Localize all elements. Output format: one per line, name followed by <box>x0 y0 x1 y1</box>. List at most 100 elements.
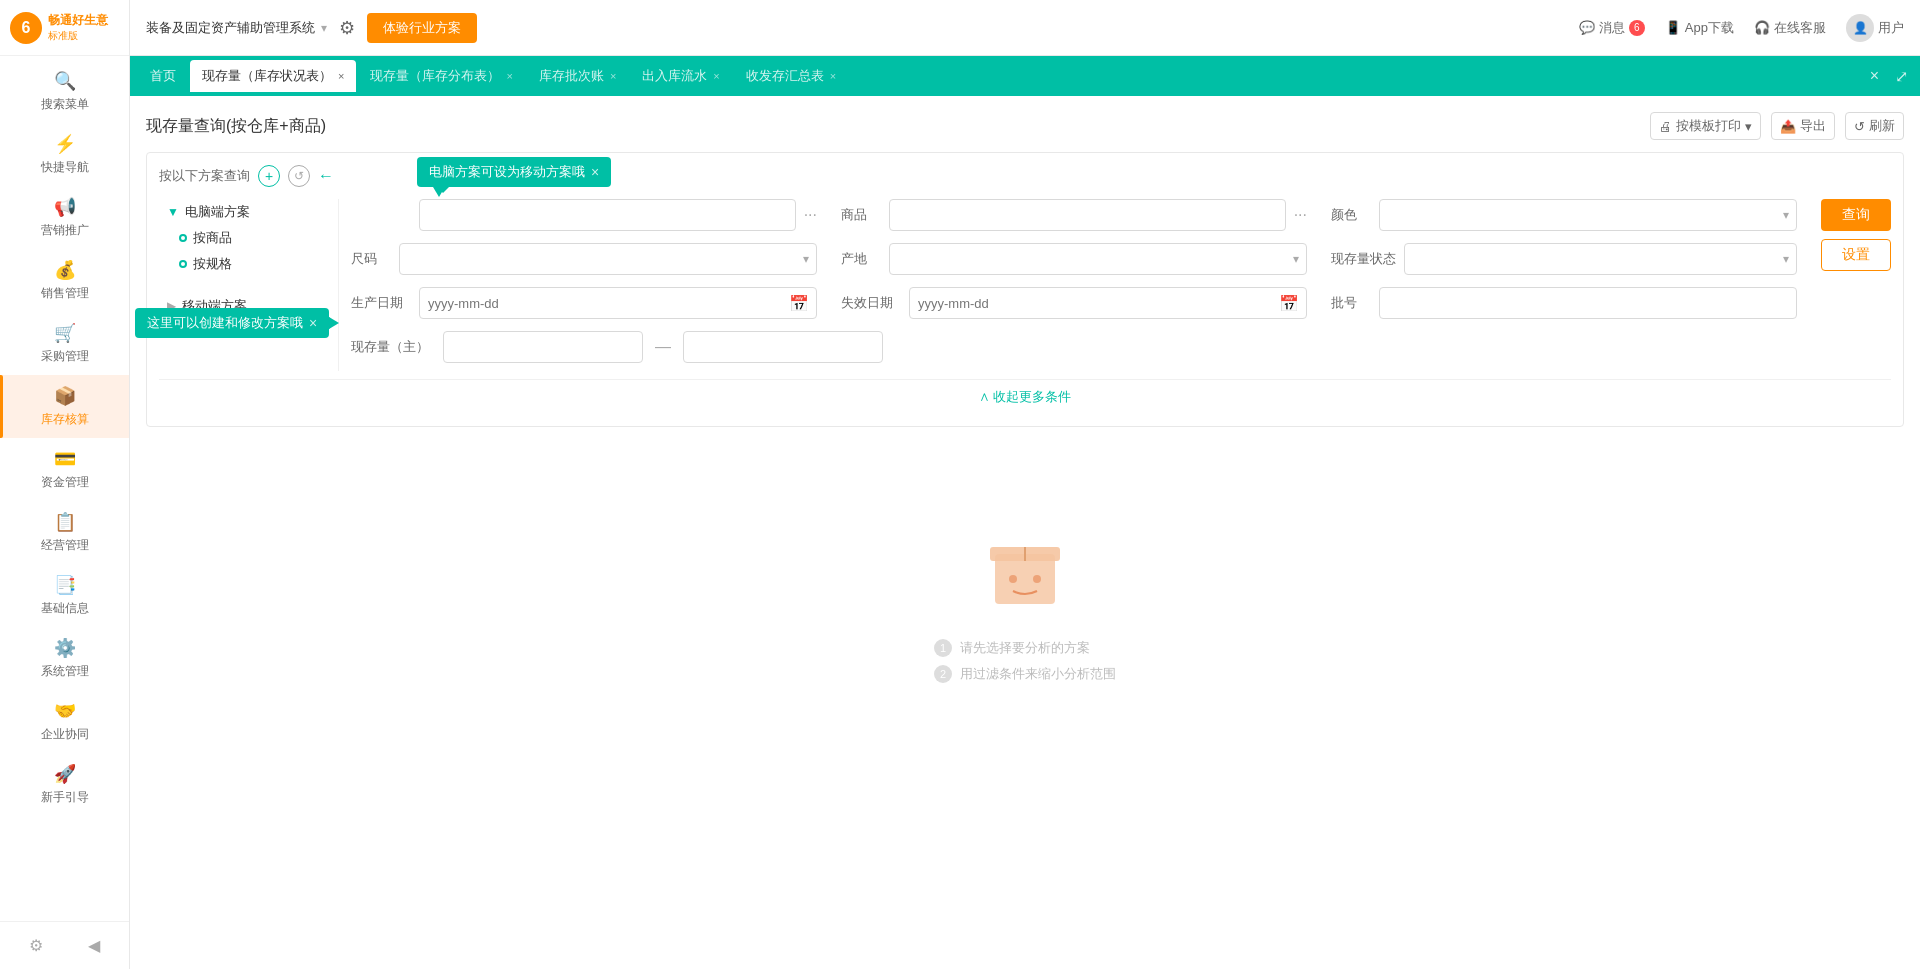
filter-grid-row1: ··· 商品 ··· <box>351 199 1797 231</box>
user-label: 用户 <box>1878 19 1904 37</box>
sidebar-item-basicinfo[interactable]: 📑 基础信息 <box>0 564 129 627</box>
sidebar-item-newbie[interactable]: 🚀 新手引导 <box>0 753 129 816</box>
tab-close-icon[interactable]: × <box>713 70 719 82</box>
finance-icon: 💳 <box>54 448 76 470</box>
warehouse-input[interactable] <box>419 199 796 231</box>
sidebar-item-search[interactable]: 🔍 搜索菜单 <box>0 60 129 123</box>
scheme-by-spec[interactable]: 按规格 <box>159 251 326 277</box>
origin-input-wrap: ▾ <box>889 243 1307 275</box>
sidebar-item-operation[interactable]: 📋 经营管理 <box>0 501 129 564</box>
print-btn[interactable]: 🖨 按模板打印 ▾ <box>1650 112 1761 140</box>
system-dropdown-arrow[interactable]: ▾ <box>321 21 327 35</box>
user-menu[interactable]: 👤 用户 <box>1846 14 1904 42</box>
origin-input[interactable] <box>889 243 1307 275</box>
tab-close-all-btn[interactable]: × <box>1866 63 1883 90</box>
tab-label: 库存批次账 <box>539 67 604 85</box>
stock-main-from[interactable] <box>443 331 643 363</box>
export-btn[interactable]: 📤 导出 <box>1771 112 1835 140</box>
sidebar-item-system[interactable]: ⚙️ 系统管理 <box>0 627 129 690</box>
svg-rect-0 <box>995 554 1055 604</box>
sidebar-item-sales[interactable]: 💰 销售管理 <box>0 249 129 312</box>
tab-close-icon[interactable]: × <box>338 70 344 82</box>
collapse-icon: ∧ <box>979 389 990 404</box>
sidebar-settings-btn[interactable]: ⚙ <box>25 932 47 959</box>
scheme-by-goods[interactable]: 按商品 <box>159 225 326 251</box>
tab-expand-btn[interactable]: ⤢ <box>1891 63 1912 90</box>
filter-refresh-btn[interactable]: ↺ <box>288 165 310 187</box>
sidebar-item-quicknav[interactable]: ⚡ 快捷导航 <box>0 123 129 186</box>
inventory-icon: 📦 <box>54 385 76 407</box>
trial-btn[interactable]: 体验行业方案 <box>367 13 477 43</box>
sidebar-item-label: 营销推广 <box>41 222 89 239</box>
stock-main-dash: — <box>655 338 671 356</box>
online-service-btn[interactable]: 🎧 在线客服 <box>1754 19 1826 37</box>
batch-no-input[interactable] <box>1379 287 1797 319</box>
tab-close-icon[interactable]: × <box>830 70 836 82</box>
msg-btn[interactable]: 💬 消息 6 <box>1579 19 1645 37</box>
sidebar-item-label: 资金管理 <box>41 474 89 491</box>
filter-row-stock-status: 现存量状态 ▾ <box>1331 243 1797 275</box>
scheme-desktop-label: 电脑端方案 <box>185 203 250 221</box>
empty-steps: 1 请先选择要分析的方案 2 用过滤条件来缩小分析范围 <box>934 639 1116 683</box>
sales-icon: 💰 <box>54 259 76 281</box>
filter-back-btn[interactable]: ← <box>318 167 334 185</box>
logo-text-wrap: 畅通好生意 标准版 <box>48 12 108 43</box>
tab-inventory-dist[interactable]: 现存量（库存分布表） × <box>358 60 524 92</box>
step1-text: 请先选择要分析的方案 <box>960 639 1090 657</box>
sidebar-nav: 🔍 搜索菜单 ⚡ 快捷导航 📢 营销推广 💰 销售管理 🛒 采购管理 📦 库存核… <box>0 56 129 921</box>
header-settings-icon[interactable]: ⚙ <box>339 17 355 39</box>
tooltip2-close-btn[interactable]: × <box>309 315 317 331</box>
print-label: 按模板打印 <box>1676 117 1741 135</box>
prod-date-label: 生产日期 <box>351 294 411 312</box>
tab-inventory-status[interactable]: 现存量（库存状况表） × <box>190 60 356 92</box>
color-input[interactable] <box>1379 199 1797 231</box>
scheme-desktop-header[interactable]: ▼ 电脑端方案 <box>159 199 326 225</box>
sidebar-item-purchase[interactable]: 🛒 采购管理 <box>0 312 129 375</box>
batch-no-label: 批号 <box>1331 294 1371 312</box>
filter-section-inner: ▼ 电脑端方案 按商品 按规格 <box>159 199 1891 371</box>
collapse-bar[interactable]: ∧ 收起更多条件 <box>159 379 1891 414</box>
system-name: 装备及固定资产辅助管理系统 ▾ <box>146 19 327 37</box>
search-btn[interactable]: 查询 <box>1821 199 1891 231</box>
tab-bar-right: × ⤢ <box>1866 63 1912 90</box>
sidebar-item-inventory[interactable]: 📦 库存核算 <box>0 375 129 438</box>
step2-text: 用过滤条件来缩小分析范围 <box>960 665 1116 683</box>
refresh-btn[interactable]: ↺ 刷新 <box>1845 112 1904 140</box>
tab-in-out-flow[interactable]: 出入库流水 × <box>630 60 731 92</box>
tab-batch-account[interactable]: 库存批次账 × <box>527 60 628 92</box>
goods-dots[interactable]: ··· <box>1294 206 1307 224</box>
tab-home[interactable]: 首页 <box>138 67 188 85</box>
sidebar-item-finance[interactable]: 💳 资金管理 <box>0 438 129 501</box>
quicknav-icon: ⚡ <box>54 133 76 155</box>
sidebar-item-label: 基础信息 <box>41 600 89 617</box>
goods-input[interactable] <box>889 199 1286 231</box>
warehouse-dots[interactable]: ··· <box>804 206 817 224</box>
empty-illustration <box>965 519 1085 623</box>
collapse-label: 收起更多条件 <box>993 389 1071 404</box>
tab-recv-summary[interactable]: 收发存汇总表 × <box>734 60 848 92</box>
filter-row-goods: 商品 ··· <box>841 199 1307 231</box>
sidebar-item-label: 库存核算 <box>41 411 89 428</box>
top-header: 装备及固定资产辅助管理系统 ▾ ⚙ 体验行业方案 💬 消息 6 📱 App下载 … <box>130 0 1920 56</box>
prod-date-input[interactable] <box>419 287 817 319</box>
stock-status-input[interactable] <box>1404 243 1797 275</box>
sidebar-item-label: 采购管理 <box>41 348 89 365</box>
export-label: 导出 <box>1800 117 1826 135</box>
filter-label: 按以下方案查询 <box>159 167 250 185</box>
sidebar-item-label: 新手引导 <box>41 789 89 806</box>
sidebar-collapse-btn[interactable]: ◀ <box>84 932 104 959</box>
app-download-btn[interactable]: 📱 App下载 <box>1665 19 1734 37</box>
stock-main-to[interactable] <box>683 331 883 363</box>
filter-add-btn[interactable]: + <box>258 165 280 187</box>
filter-row-origin: 产地 ▾ <box>841 243 1307 275</box>
tab-close-icon[interactable]: × <box>506 70 512 82</box>
tooltip1-close-btn[interactable]: × <box>591 164 599 180</box>
tab-close-icon[interactable]: × <box>610 70 616 82</box>
sidebar-item-marketing[interactable]: 📢 营销推广 <box>0 186 129 249</box>
size-input[interactable] <box>399 243 817 275</box>
set-btn[interactable]: 设置 <box>1821 239 1891 271</box>
expiry-date-input[interactable] <box>909 287 1307 319</box>
size-input-wrap: ▾ <box>399 243 817 275</box>
sidebar-item-corp[interactable]: 🤝 企业协同 <box>0 690 129 753</box>
purchase-icon: 🛒 <box>54 322 76 344</box>
